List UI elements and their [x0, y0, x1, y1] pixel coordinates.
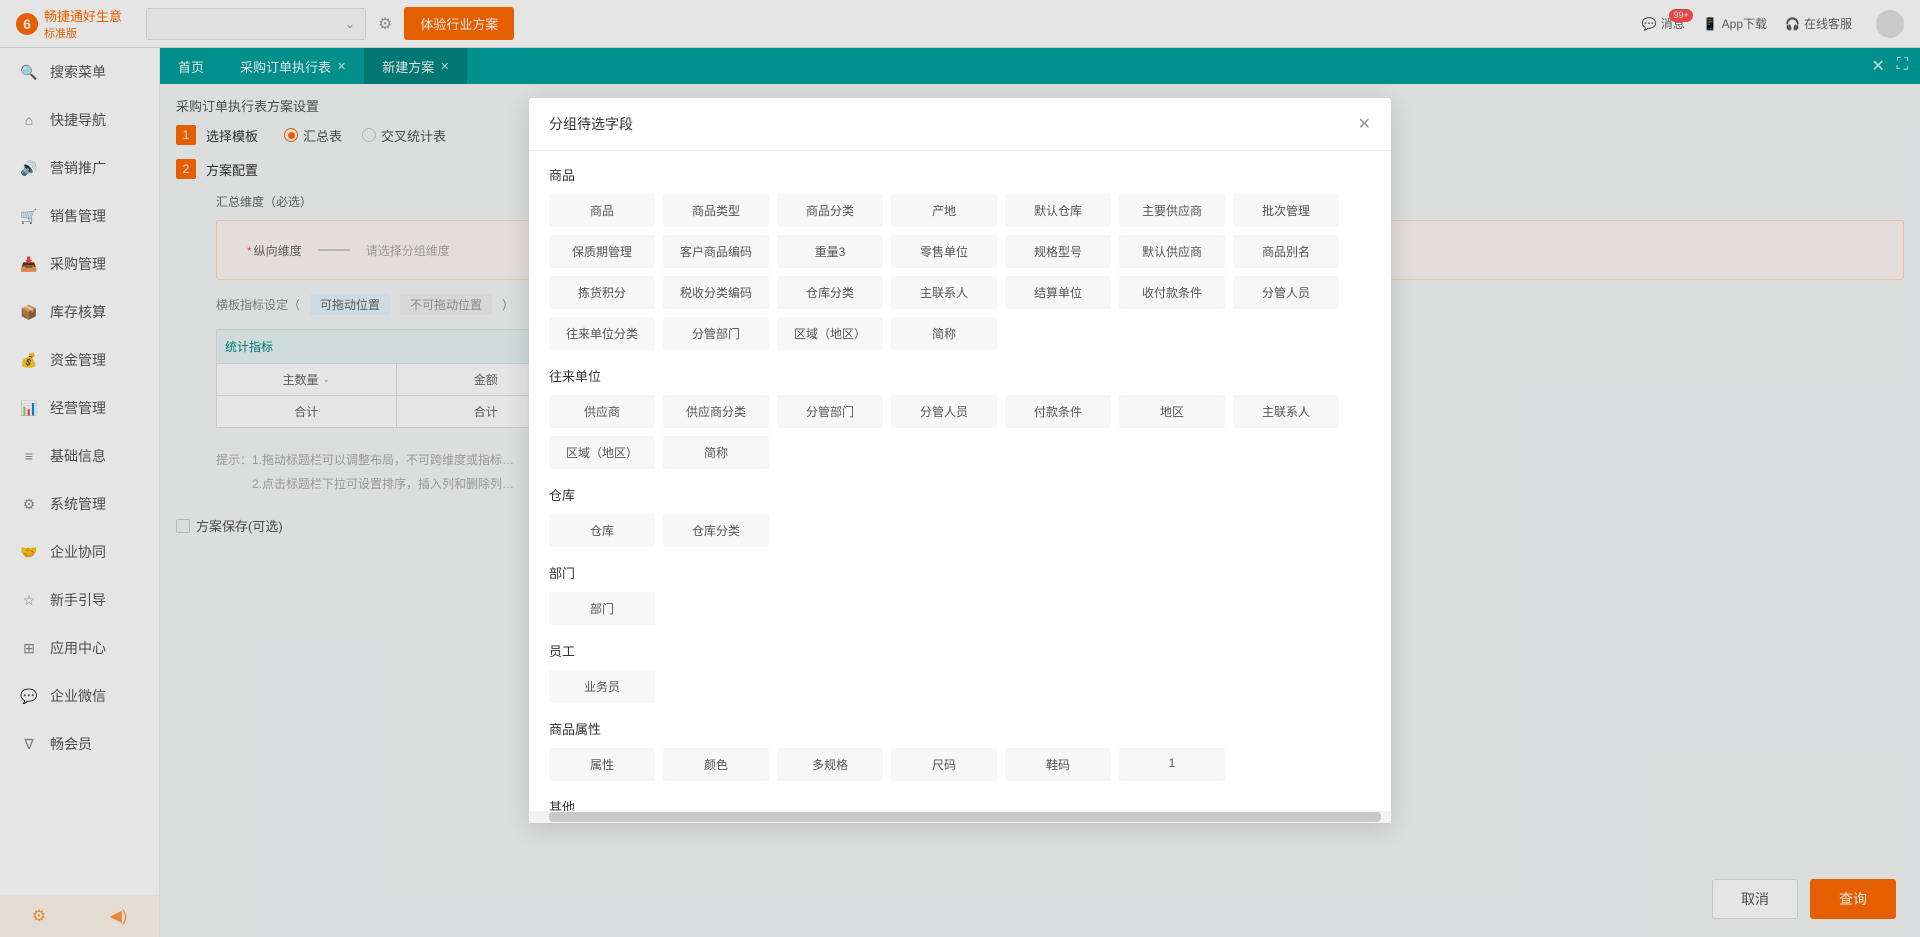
- field-chip[interactable]: 区域（地区）: [549, 436, 655, 469]
- field-chip[interactable]: 分管人员: [891, 395, 997, 428]
- field-chip[interactable]: 商品别名: [1233, 235, 1339, 268]
- field-group-6: 其他: [549, 797, 1385, 811]
- field-chip[interactable]: 收付款条件: [1119, 276, 1225, 309]
- field-chip[interactable]: 保质期管理: [549, 235, 655, 268]
- field-chip[interactable]: 主联系人: [1233, 395, 1339, 428]
- group-title: 商品属性: [549, 719, 1385, 738]
- field-group-2: 仓库仓库仓库分类: [549, 485, 1385, 547]
- field-chip[interactable]: 尺码: [891, 748, 997, 781]
- field-chip[interactable]: 属性: [549, 748, 655, 781]
- modal-h-scrollbar[interactable]: [529, 811, 1391, 823]
- field-select-modal: 分组待选字段 ✕ 商品商品商品类型商品分类产地默认仓库主要供应商批次管理保质期管…: [529, 98, 1391, 823]
- field-chip[interactable]: 主要供应商: [1119, 194, 1225, 227]
- field-chip[interactable]: 零售单位: [891, 235, 997, 268]
- field-chip[interactable]: 往来单位分类: [549, 317, 655, 350]
- field-chip[interactable]: 简称: [891, 317, 997, 350]
- field-chip[interactable]: 主联系人: [891, 276, 997, 309]
- field-chip[interactable]: 默认供应商: [1119, 235, 1225, 268]
- field-chip[interactable]: 结算单位: [1005, 276, 1111, 309]
- field-chip[interactable]: 供应商: [549, 395, 655, 428]
- field-group-4: 员工业务员: [549, 641, 1385, 703]
- field-chip[interactable]: 部门: [549, 592, 655, 625]
- field-chip[interactable]: 批次管理: [1233, 194, 1339, 227]
- field-chip[interactable]: 分管部门: [663, 317, 769, 350]
- field-chip[interactable]: 税收分类编码: [663, 276, 769, 309]
- field-chip[interactable]: 产地: [891, 194, 997, 227]
- group-title: 商品: [549, 165, 1385, 184]
- field-chip[interactable]: 业务员: [549, 670, 655, 703]
- field-group-3: 部门部门: [549, 563, 1385, 625]
- field-chip[interactable]: 商品: [549, 194, 655, 227]
- field-group-5: 商品属性属性颜色多规格尺码鞋码1: [549, 719, 1385, 781]
- modal-body: 商品商品商品类型商品分类产地默认仓库主要供应商批次管理保质期管理客户商品编码重量…: [529, 151, 1391, 811]
- modal-title: 分组待选字段: [549, 114, 633, 134]
- field-group-0: 商品商品商品类型商品分类产地默认仓库主要供应商批次管理保质期管理客户商品编码重量…: [549, 165, 1385, 350]
- group-title: 员工: [549, 641, 1385, 660]
- field-chip[interactable]: 付款条件: [1005, 395, 1111, 428]
- field-chip[interactable]: 分管人员: [1233, 276, 1339, 309]
- close-icon[interactable]: ✕: [1358, 114, 1371, 134]
- field-chip[interactable]: 仓库: [549, 514, 655, 547]
- field-chip[interactable]: 商品分类: [777, 194, 883, 227]
- field-chip[interactable]: 区域（地区）: [777, 317, 883, 350]
- field-group-1: 往来单位供应商供应商分类分管部门分管人员付款条件地区主联系人区域（地区）简称: [549, 366, 1385, 469]
- field-chip[interactable]: 多规格: [777, 748, 883, 781]
- field-chip[interactable]: 重量3: [777, 235, 883, 268]
- field-chip[interactable]: 颜色: [663, 748, 769, 781]
- field-chip[interactable]: 鞋码: [1005, 748, 1111, 781]
- group-title: 其他: [549, 797, 1385, 811]
- field-chip[interactable]: 商品类型: [663, 194, 769, 227]
- field-chip[interactable]: 默认仓库: [1005, 194, 1111, 227]
- field-chip[interactable]: 客户商品编码: [663, 235, 769, 268]
- field-chip[interactable]: 仓库分类: [777, 276, 883, 309]
- field-chip[interactable]: 规格型号: [1005, 235, 1111, 268]
- modal-header: 分组待选字段 ✕: [529, 98, 1391, 151]
- field-chip[interactable]: 简称: [663, 436, 769, 469]
- field-chip[interactable]: 1: [1119, 748, 1225, 781]
- group-title: 仓库: [549, 485, 1385, 504]
- field-chip[interactable]: 仓库分类: [663, 514, 769, 547]
- field-chip[interactable]: 地区: [1119, 395, 1225, 428]
- field-chip[interactable]: 分管部门: [777, 395, 883, 428]
- group-title: 部门: [549, 563, 1385, 582]
- field-chip[interactable]: 拣货积分: [549, 276, 655, 309]
- field-chip[interactable]: 供应商分类: [663, 395, 769, 428]
- group-title: 往来单位: [549, 366, 1385, 385]
